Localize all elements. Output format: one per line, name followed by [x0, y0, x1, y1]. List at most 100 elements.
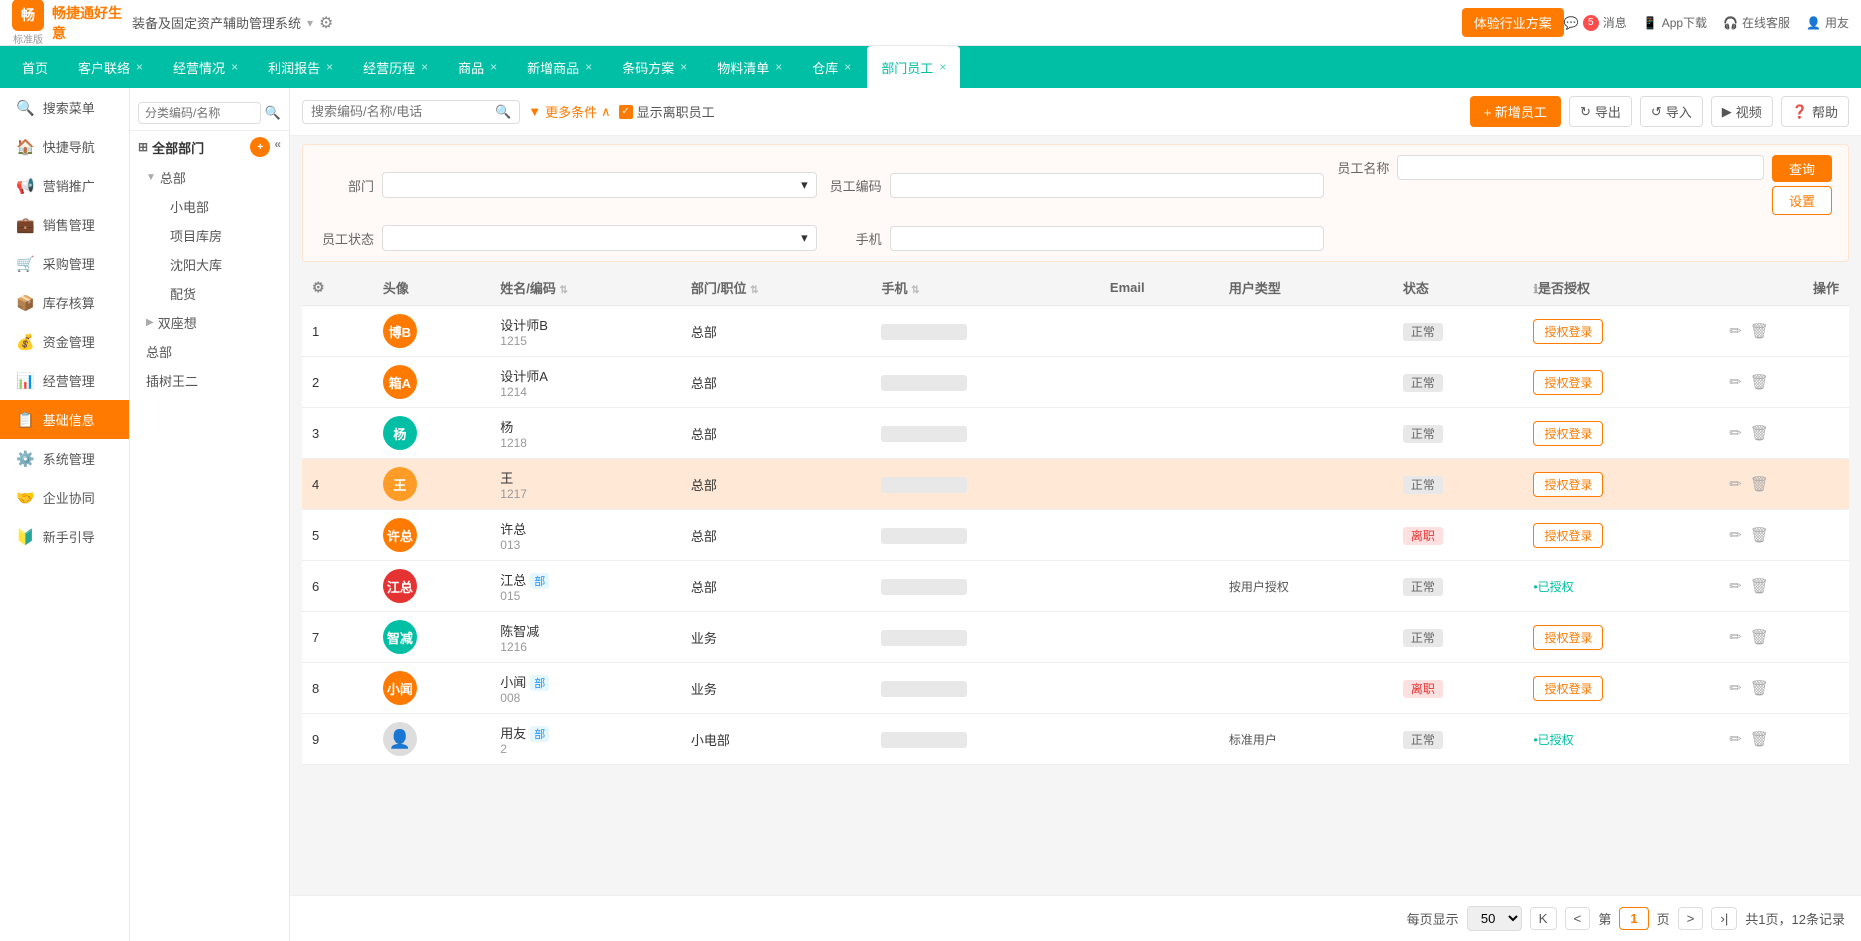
close-tab-icon[interactable]: × [326, 60, 333, 74]
tree-node-zongbu2[interactable]: 总部 [130, 337, 289, 366]
tree-node-xiaodibu[interactable]: 小电部 [154, 192, 289, 221]
first-page-button[interactable]: K [1530, 907, 1557, 930]
edit-icon[interactable]: ✏ [1729, 679, 1742, 697]
edit-icon[interactable]: ✏ [1729, 475, 1742, 493]
edit-icon[interactable]: ✏ [1729, 322, 1742, 340]
close-tab-icon[interactable]: × [680, 60, 687, 74]
filter-btn[interactable]: ▼ 更多条件 ∧ [528, 102, 610, 121]
delete-icon[interactable]: 🗑 [1750, 730, 1769, 748]
close-tab-icon[interactable]: × [844, 60, 851, 74]
phone-sort-icon[interactable]: ⇅ [911, 285, 919, 296]
sidebar-item-finance[interactable]: 💰资金管理 [0, 322, 129, 361]
user-item[interactable]: 👤 用友 [1806, 14, 1849, 31]
nav-tab-仓库[interactable]: 仓库× [798, 46, 865, 88]
search-input[interactable] [311, 104, 491, 119]
sidebar-item-system[interactable]: ⚙️系统管理 [0, 439, 129, 478]
close-tab-icon[interactable]: × [585, 60, 592, 74]
trial-button[interactable]: 体验行业方案 [1462, 8, 1564, 37]
delete-icon[interactable]: 🗑 [1750, 322, 1769, 340]
sidebar-item-operation[interactable]: 📊经营管理 [0, 361, 129, 400]
sidebar-item-sales[interactable]: 💼销售管理 [0, 205, 129, 244]
sidebar-item-inventory[interactable]: 📦库存核算 [0, 283, 129, 322]
nav-tab-经营情况[interactable]: 经营情况× [159, 46, 252, 88]
delete-icon[interactable]: 🗑 [1750, 475, 1769, 493]
online-service-item[interactable]: 🎧 在线客服 [1723, 14, 1790, 31]
close-tab-icon[interactable]: × [421, 60, 428, 74]
auth-login-button[interactable]: 授权登录 [1533, 370, 1603, 395]
nav-tab-部门员工[interactable]: 部门员工× [867, 46, 960, 88]
tree-node-zongbu[interactable]: ▼ 总部 [130, 163, 289, 192]
auth-login-button[interactable]: 授权登录 [1533, 523, 1603, 548]
dept-select[interactable]: ▾ [382, 172, 817, 198]
export-button[interactable]: ↻ 导出 [1569, 96, 1632, 127]
add-employee-button[interactable]: + 新增员工 [1470, 96, 1561, 127]
status-select[interactable]: ▾ [382, 225, 817, 251]
nav-tab-新增商品[interactable]: 新增商品× [513, 46, 606, 88]
tree-node-chashuwanger[interactable]: 插树王二 [130, 366, 289, 395]
sidebar-item-search[interactable]: 🔍搜索菜单 [0, 88, 129, 127]
phone-input[interactable] [890, 226, 1325, 251]
delete-icon[interactable]: 🗑 [1750, 526, 1769, 544]
settings-icon[interactable]: ⚙ [319, 13, 333, 33]
sidebar-item-purchase[interactable]: 🛒采购管理 [0, 244, 129, 283]
sidebar-item-basic[interactable]: 📋基础信息 [0, 400, 129, 439]
tree-node-shenyangdaku[interactable]: 沈阳大库 [154, 250, 289, 279]
delete-icon[interactable]: 🗑 [1750, 679, 1769, 697]
edit-icon[interactable]: ✏ [1729, 730, 1742, 748]
app-download-item[interactable]: 📱 App下载 [1643, 14, 1707, 31]
nav-tab-条码方案[interactable]: 条码方案× [608, 46, 701, 88]
dept-search-input[interactable] [138, 102, 261, 124]
edit-icon[interactable]: ✏ [1729, 577, 1742, 595]
per-page-select[interactable]: 50 20 100 [1467, 906, 1522, 931]
auth-login-button[interactable]: 授权登录 [1533, 319, 1603, 344]
tree-node-shuangzuoxiang[interactable]: ▶ 双座想 [130, 308, 289, 337]
nav-tab-利润报告[interactable]: 利润报告× [254, 46, 347, 88]
edit-icon[interactable]: ✏ [1729, 526, 1742, 544]
name-sort-icon[interactable]: ⇅ [560, 285, 568, 296]
auth-login-button[interactable]: 授权登录 [1533, 676, 1603, 701]
sidebar-item-guide[interactable]: 🔰新手引导 [0, 517, 129, 556]
delete-icon[interactable]: 🗑 [1750, 424, 1769, 442]
dept-collapse-icon[interactable]: « [274, 137, 281, 157]
sidebar-item-quick[interactable]: 🏠快捷导航 [0, 127, 129, 166]
tree-node-xiangmukufang[interactable]: 项目库房 [154, 221, 289, 250]
tree-node-peihuo[interactable]: 配货 [154, 279, 289, 308]
message-item[interactable]: 💬 5 消息 [1564, 14, 1627, 31]
dropdown-arrow-icon[interactable]: ▾ [307, 16, 313, 30]
nav-tab-物料清单[interactable]: 物料清单× [703, 46, 796, 88]
col-settings-icon[interactable]: ⚙ [312, 279, 325, 295]
search-button[interactable]: 查询 [1772, 155, 1832, 182]
auth-login-button[interactable]: 授权登录 [1533, 625, 1603, 650]
edit-icon[interactable]: ✏ [1729, 628, 1742, 646]
edit-icon[interactable]: ✏ [1729, 424, 1742, 442]
nav-tab-客户联络[interactable]: 客户联络× [64, 46, 157, 88]
info-icon[interactable]: ℹ [1533, 282, 1538, 296]
close-tab-icon[interactable]: × [231, 60, 238, 74]
close-tab-icon[interactable]: × [490, 60, 497, 74]
nav-tab-经营历程[interactable]: 经营历程× [349, 46, 442, 88]
close-tab-icon[interactable]: × [775, 60, 782, 74]
next-page-button[interactable]: > [1678, 907, 1704, 930]
set-button[interactable]: 设置 [1772, 186, 1832, 215]
help-button[interactable]: ❓ 帮助 [1781, 96, 1849, 127]
delete-icon[interactable]: 🗑 [1750, 628, 1769, 646]
edit-icon[interactable]: ✏ [1729, 373, 1742, 391]
import-button[interactable]: ↺ 导入 [1640, 96, 1703, 127]
auth-login-button[interactable]: 授权登录 [1533, 472, 1603, 497]
delete-icon[interactable]: 🗑 [1750, 373, 1769, 391]
delete-icon[interactable]: 🗑 [1750, 577, 1769, 595]
sidebar-item-marketing[interactable]: 📢营销推广 [0, 166, 129, 205]
show-inactive-checkbox[interactable]: ✓ [619, 105, 633, 119]
emp-code-input[interactable] [890, 173, 1325, 198]
prev-page-button[interactable]: < [1565, 907, 1591, 930]
nav-tab-首页[interactable]: 首页 [8, 46, 62, 88]
close-tab-icon[interactable]: × [136, 60, 143, 74]
nav-tab-商品[interactable]: 商品× [444, 46, 511, 88]
dept-add-icon[interactable]: + [250, 137, 270, 157]
auth-login-button[interactable]: 授权登录 [1533, 421, 1603, 446]
sidebar-item-corp[interactable]: 🤝企业协同 [0, 478, 129, 517]
last-page-button[interactable]: ›| [1711, 907, 1737, 930]
show-inactive-wrap[interactable]: ✓ 显示离职员工 [619, 102, 715, 121]
dept-sort-icon[interactable]: ⇅ [750, 285, 758, 296]
view-button[interactable]: ▶ 视频 [1711, 96, 1773, 127]
